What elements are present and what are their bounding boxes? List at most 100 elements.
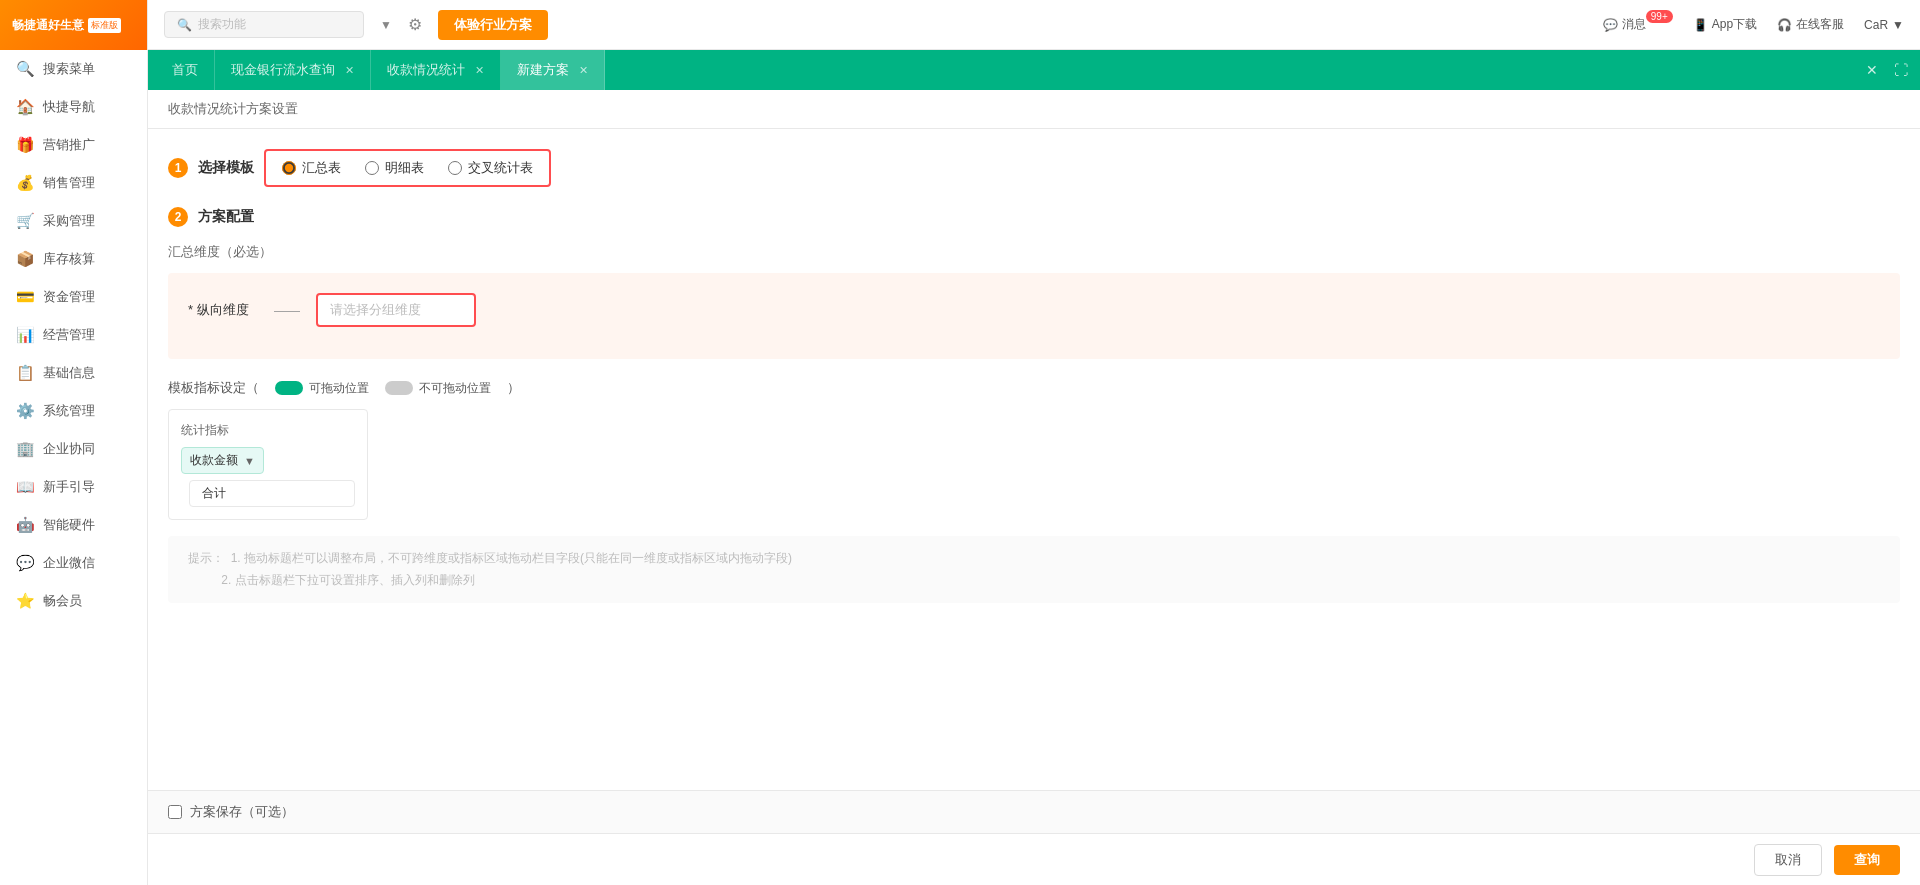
marketing-icon: 🎁: [16, 136, 35, 154]
sidebar-item-marketing[interactable]: 🎁 营销推广: [0, 126, 147, 164]
save-checkbox[interactable]: [168, 805, 182, 819]
sidebar-label-search-menu: 搜索菜单: [43, 60, 95, 78]
sidebar-item-purchase[interactable]: 🛒 采购管理: [0, 202, 147, 240]
maximize-icon[interactable]: ⛶: [1890, 58, 1912, 82]
sidebar-item-basic-info[interactable]: 📋 基础信息: [0, 354, 147, 392]
search-placeholder: 搜索功能: [198, 16, 246, 33]
app-download-label: App下载: [1712, 16, 1757, 33]
template-selector: 汇总表 明细表 交叉统计表: [264, 149, 551, 187]
sales-icon: 💰: [16, 174, 35, 192]
system-icon: ⚙️: [16, 402, 35, 420]
save-option-label: 方案保存（可选）: [190, 803, 294, 821]
search-menu-icon: 🔍: [16, 60, 35, 78]
tab-receipt-stat[interactable]: 收款情况统计 ✕: [371, 50, 501, 90]
sidebar-item-enterprise[interactable]: 🏢 企业协同: [0, 430, 147, 468]
sidebar-item-search-menu[interactable]: 🔍 搜索菜单: [0, 50, 147, 88]
message-button[interactable]: 💬 消息 99+: [1603, 16, 1673, 33]
trial-button[interactable]: 体验行业方案: [438, 10, 548, 40]
radio-detail-input[interactable]: [365, 161, 379, 175]
radio-detail[interactable]: 明细表: [365, 159, 424, 177]
sidebar-label-marketing: 营销推广: [43, 136, 95, 154]
summary-dimension: 汇总维度（必选） * 纵向维度 —— 请选择分组维度: [168, 243, 1900, 359]
tab-receipt-stat-close[interactable]: ✕: [475, 64, 484, 77]
search-box[interactable]: 🔍 搜索功能: [164, 11, 364, 38]
sidebar-item-member[interactable]: ⭐ 畅会员: [0, 582, 147, 620]
message-icon: 💬: [1603, 18, 1618, 32]
sidebar-label-basic-info: 基础信息: [43, 364, 95, 382]
radio-cross-label: 交叉统计表: [468, 159, 533, 177]
user-name[interactable]: CaR ▼: [1864, 18, 1904, 32]
sidebar-label-guide: 新手引导: [43, 478, 95, 496]
sidebar-item-capital[interactable]: 💳 资金管理: [0, 278, 147, 316]
gear-icon[interactable]: ⚙: [408, 15, 422, 34]
quick-nav-icon: 🏠: [16, 98, 35, 116]
save-option: 方案保存（可选）: [148, 790, 1920, 833]
close-window-icon[interactable]: ✕: [1862, 58, 1882, 82]
metrics-config-suffix: ）: [507, 379, 520, 397]
sidebar-item-system[interactable]: ⚙️ 系统管理: [0, 392, 147, 430]
fixed-item: 不可拖动位置: [385, 380, 491, 397]
tips-area: 提示： 1. 拖动标题栏可以调整布局，不可跨维度或指标区域拖动栏目字段(只能在同…: [168, 536, 1900, 603]
dimension-arrow: ——: [274, 303, 300, 318]
form-area: 1 选择模板 汇总表 明细表 交叉统计表: [148, 129, 1920, 790]
tab-bank-flow[interactable]: 现金银行流水查询 ✕: [215, 50, 371, 90]
breadcrumb: 收款情况统计方案设置: [168, 101, 298, 116]
radio-summary-input[interactable]: [282, 161, 296, 175]
capital-icon: 💳: [16, 288, 35, 306]
query-button[interactable]: 查询: [1834, 845, 1900, 875]
guide-icon: 📖: [16, 478, 35, 496]
sidebar-item-wechat[interactable]: 💬 企业微信: [0, 544, 147, 582]
sidebar-item-quick-nav[interactable]: 🏠 快捷导航: [0, 88, 147, 126]
fixed-label: 不可拖动位置: [419, 380, 491, 397]
online-service-button[interactable]: 🎧 在线客服: [1777, 16, 1844, 33]
summary-dimension-label: 汇总维度（必选）: [168, 243, 1900, 261]
cancel-button[interactable]: 取消: [1754, 844, 1822, 876]
page-content: 收款情况统计方案设置 1 选择模板 汇总表 明细表: [148, 90, 1920, 885]
step2-title: 方案配置: [198, 208, 254, 226]
tab-home-label: 首页: [172, 61, 198, 79]
wechat-icon: 💬: [16, 554, 35, 572]
sidebar-item-operation[interactable]: 📊 经营管理: [0, 316, 147, 354]
radio-cross-input[interactable]: [448, 161, 462, 175]
purchase-icon: 🛒: [16, 212, 35, 230]
tab-home[interactable]: 首页: [156, 50, 215, 90]
sidebar-item-sales[interactable]: 💰 销售管理: [0, 164, 147, 202]
radio-cross[interactable]: 交叉统计表: [448, 159, 533, 177]
tab-new-scheme[interactable]: 新建方案 ✕: [501, 50, 605, 90]
sidebar-label-inventory: 库存核算: [43, 250, 95, 268]
sidebar-label-operation: 经营管理: [43, 326, 95, 344]
step1-section: 1 选择模板 汇总表 明细表 交叉统计表: [168, 149, 1900, 187]
tab-new-scheme-close[interactable]: ✕: [579, 64, 588, 77]
movable-indicator: 模板指标设定（ 可拖动位置 不可拖动位置 ）: [168, 379, 1900, 397]
dimension-selector[interactable]: 请选择分组维度: [316, 293, 476, 327]
metrics-settings: 模板指标设定（ 可拖动位置 不可拖动位置 ） 统计指标: [168, 379, 1900, 520]
step2-header: 2 方案配置: [168, 207, 1900, 227]
sidebar-item-inventory[interactable]: 📦 库存核算: [0, 240, 147, 278]
logo-badge: 标准版: [88, 18, 121, 33]
service-icon: 🎧: [1777, 18, 1792, 32]
metric-tag-receipt[interactable]: 收款金额 ▼: [181, 447, 264, 474]
step2-section: 2 方案配置 汇总维度（必选） * 纵向维度 —— 请选择分组维度: [168, 207, 1900, 603]
sidebar-label-quick-nav: 快捷导航: [43, 98, 95, 116]
sidebar-item-smart-hardware[interactable]: 🤖 智能硬件: [0, 506, 147, 544]
search-dropdown-icon[interactable]: ▼: [380, 18, 392, 32]
dimension-area: * 纵向维度 —— 请选择分组维度: [168, 273, 1900, 359]
tab-bank-flow-close[interactable]: ✕: [345, 64, 354, 77]
vertical-dimension-row: * 纵向维度 —— 请选择分组维度: [188, 293, 1880, 327]
vertical-label: * 纵向维度: [188, 301, 258, 319]
app-download-button[interactable]: 📱 App下载: [1693, 16, 1757, 33]
search-icon: 🔍: [177, 18, 192, 32]
sidebar-item-guide[interactable]: 📖 新手引导: [0, 468, 147, 506]
user-dropdown-icon: ▼: [1892, 18, 1904, 32]
fixed-box: [385, 381, 413, 395]
metric-dropdown-icon: ▼: [244, 455, 255, 467]
sidebar-label-smart-hardware: 智能硬件: [43, 516, 95, 534]
tabbar: 首页 现金银行流水查询 ✕ 收款情况统计 ✕ 新建方案 ✕ ✕ ⛶: [148, 50, 1920, 90]
tabbar-controls: ✕ ⛶: [1862, 58, 1912, 82]
operation-icon: 📊: [16, 326, 35, 344]
metric-row: 收款金额 ▼: [181, 447, 355, 480]
basic-info-icon: 📋: [16, 364, 35, 382]
radio-summary[interactable]: 汇总表: [282, 159, 341, 177]
enterprise-icon: 🏢: [16, 440, 35, 458]
tab-receipt-stat-label: 收款情况统计: [387, 61, 465, 79]
